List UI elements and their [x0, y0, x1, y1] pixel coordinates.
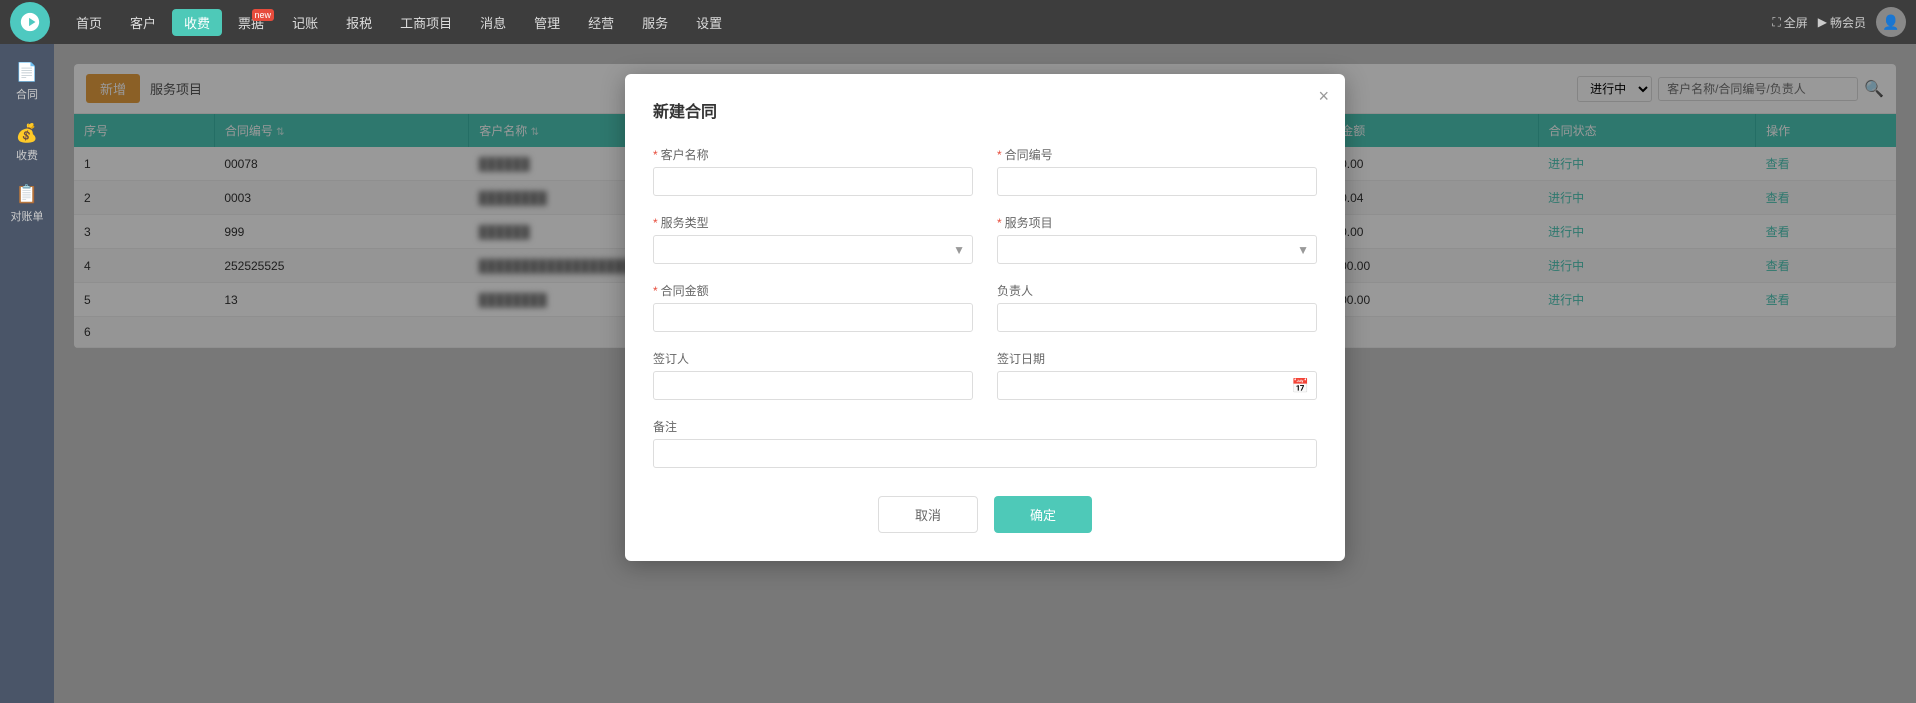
- nav-bookkeeping[interactable]: 记账: [280, 9, 330, 36]
- member-icon: ▶: [1818, 15, 1827, 29]
- top-nav: 首页 客户 收费 票据 new 记账 报税 工商项目 消息 管理 经营 服务 设…: [0, 0, 1916, 44]
- select-service-item[interactable]: [997, 235, 1317, 264]
- label-contract-no: *合同编号: [997, 146, 1317, 163]
- contract-icon: 📄: [16, 62, 38, 83]
- modal-overlay: × 新建合同 *客户名称 *合同编号: [54, 44, 1916, 703]
- form-row-contract-no: *合同编号: [997, 146, 1317, 196]
- fullscreen-button[interactable]: ⛶ 全屏: [1772, 14, 1807, 31]
- sidebar-label-fee: 收费: [16, 147, 38, 163]
- member-label: 畅会员: [1830, 14, 1866, 31]
- confirm-button[interactable]: 确定: [994, 496, 1092, 533]
- label-signer: 签订人: [653, 350, 973, 367]
- nav-home[interactable]: 首页: [64, 9, 114, 36]
- input-sign-date[interactable]: 2023-06-06: [997, 371, 1317, 400]
- form-row-client: *客户名称: [653, 146, 973, 196]
- nav-tax[interactable]: 报税: [334, 9, 384, 36]
- nav-business[interactable]: 工商项目: [388, 9, 464, 36]
- cancel-button[interactable]: 取消: [878, 496, 978, 533]
- form-row-service-type: *服务类型 ▼: [653, 214, 973, 264]
- sidebar: 📄 合同 💰 收费 📋 对账单: [0, 44, 54, 703]
- form-row-remark: 备注: [653, 418, 1317, 468]
- label-sign-date: 签订日期: [997, 350, 1317, 367]
- modal-title: 新建合同: [653, 98, 1317, 122]
- required-star: *: [653, 148, 658, 162]
- form-row-signer: 签订人: [653, 350, 973, 400]
- sidebar-item-fee[interactable]: 💰 收费: [2, 115, 52, 171]
- member-button[interactable]: ▶ 畅会员: [1818, 14, 1866, 31]
- nav-manage[interactable]: 管理: [522, 9, 572, 36]
- service-item-wrap: ▼: [997, 235, 1317, 264]
- sign-date-wrap: 2023-06-06 📅: [997, 371, 1317, 400]
- label-remark: 备注: [653, 418, 1317, 435]
- fee-icon: 💰: [16, 123, 38, 144]
- modal-create-contract: × 新建合同 *客户名称 *合同编号: [625, 74, 1345, 561]
- form-row-responsible: 负责人: [997, 282, 1317, 332]
- nav-settings[interactable]: 设置: [684, 9, 734, 36]
- new-badge: new: [252, 9, 275, 22]
- user-avatar[interactable]: 👤: [1876, 7, 1906, 37]
- nav-right: ⛶ 全屏 ▶ 畅会员 👤: [1772, 7, 1906, 37]
- form-row-amount: *合同金额 0.00: [653, 282, 973, 332]
- service-type-wrap: ▼: [653, 235, 973, 264]
- modal-close-button[interactable]: ×: [1318, 86, 1329, 107]
- nav-bill[interactable]: 票据 new: [226, 9, 276, 36]
- input-remark[interactable]: [653, 439, 1317, 468]
- label-responsible: 负责人: [997, 282, 1317, 299]
- form-grid: *客户名称 *合同编号 *服务类型: [653, 146, 1317, 468]
- nav-client[interactable]: 客户: [118, 9, 168, 36]
- statement-icon: 📋: [16, 184, 38, 205]
- form-row-service-item: *服务项目 ▼: [997, 214, 1317, 264]
- sidebar-item-statement[interactable]: 📋 对账单: [2, 176, 52, 232]
- label-amount: *合同金额: [653, 282, 973, 299]
- nav-fee[interactable]: 收费: [172, 9, 222, 36]
- input-amount[interactable]: 0.00: [653, 303, 973, 332]
- modal-footer: 取消 确定: [653, 496, 1317, 533]
- form-row-sign-date: 签订日期 2023-06-06 📅: [997, 350, 1317, 400]
- input-signer[interactable]: [653, 371, 973, 400]
- label-service-item: *服务项目: [997, 214, 1317, 231]
- sidebar-label-statement: 对账单: [11, 208, 44, 224]
- label-client-name: *客户名称: [653, 146, 973, 163]
- select-service-type[interactable]: [653, 235, 973, 264]
- nav-operation[interactable]: 经营: [576, 9, 626, 36]
- sidebar-item-contract[interactable]: 📄 合同: [2, 54, 52, 110]
- app-logo: [10, 2, 50, 42]
- nav-message[interactable]: 消息: [468, 9, 518, 36]
- input-client-name[interactable]: [653, 167, 973, 196]
- calendar-icon[interactable]: 📅: [1292, 377, 1309, 394]
- content-area: 新增 服务项目 进行中 已完成 已终止 🔍 序号 合同编: [54, 44, 1916, 703]
- main-area: 📄 合同 💰 收费 📋 对账单 新增 服务项目 进行中 已完成 已终止: [0, 44, 1916, 703]
- sidebar-label-contract: 合同: [16, 86, 38, 102]
- nav-service[interactable]: 服务: [630, 9, 680, 36]
- label-service-type: *服务类型: [653, 214, 973, 231]
- input-contract-no[interactable]: [997, 167, 1317, 196]
- fullscreen-icon: ⛶: [1772, 15, 1780, 30]
- fullscreen-label: 全屏: [1784, 14, 1808, 31]
- input-responsible[interactable]: [997, 303, 1317, 332]
- nav-items: 首页 客户 收费 票据 new 记账 报税 工商项目 消息 管理 经营 服务 设…: [64, 9, 1772, 36]
